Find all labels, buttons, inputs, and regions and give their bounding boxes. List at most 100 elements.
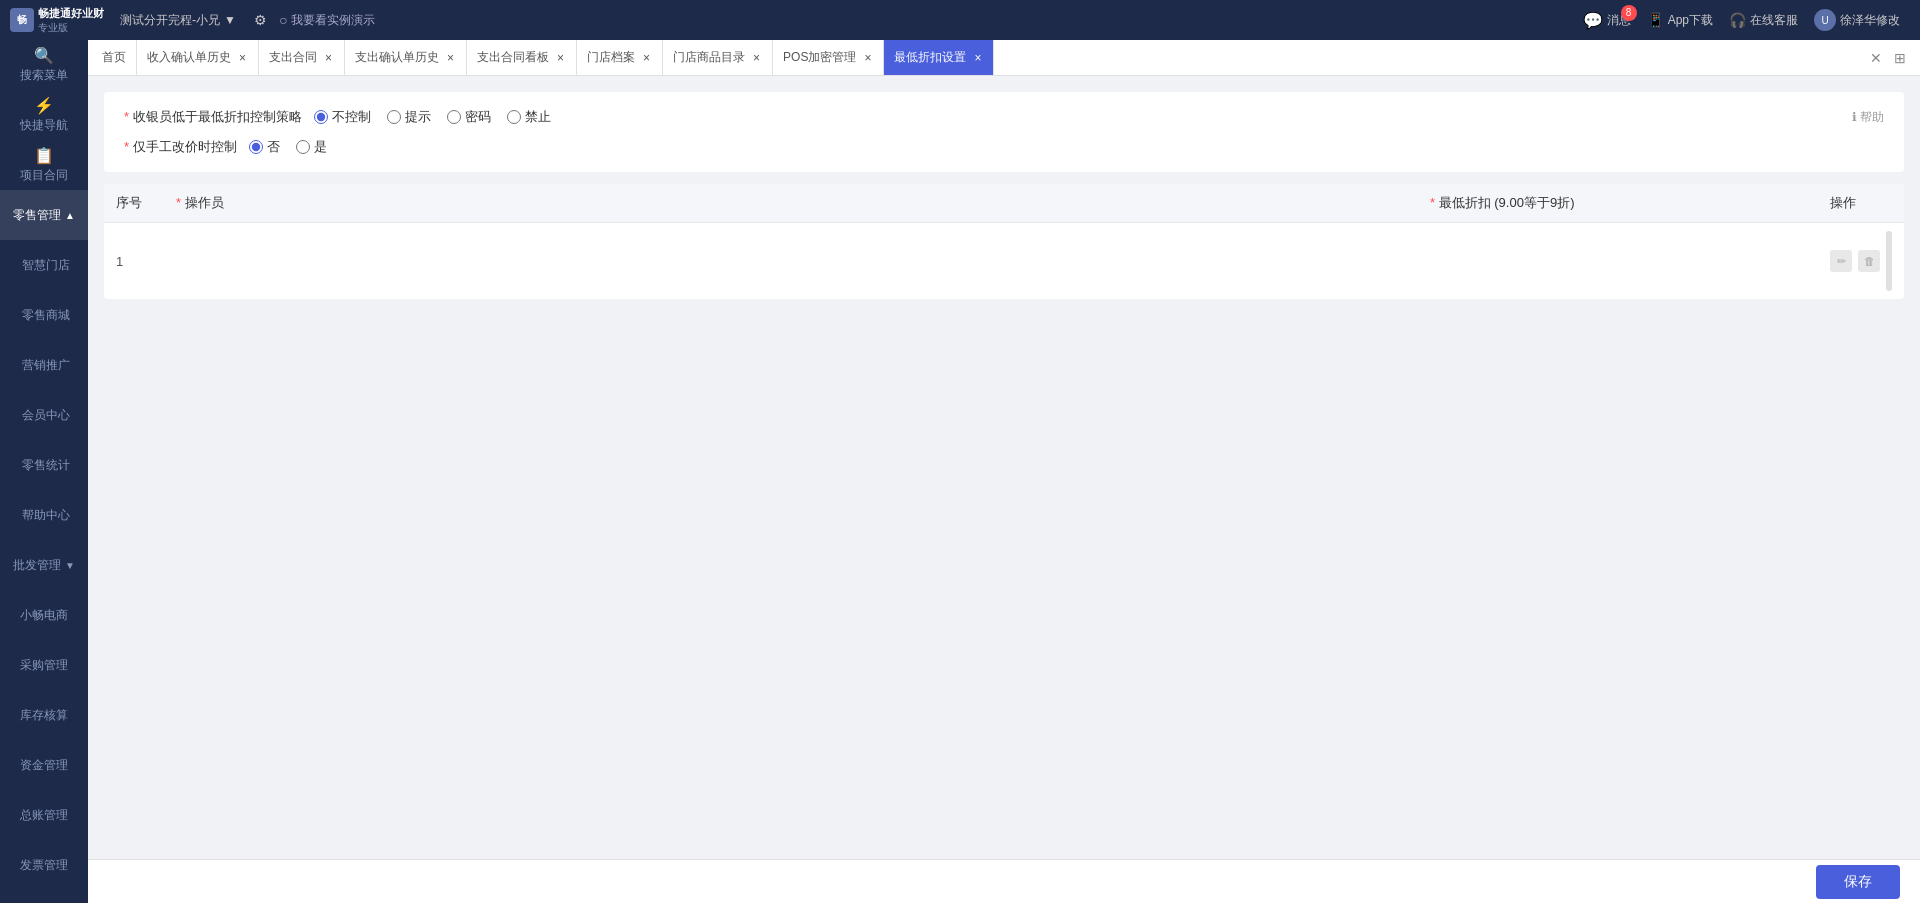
sidebar-item-marketing[interactable]: 营销推广: [0, 340, 88, 390]
sidebar-label-member: 会员中心: [22, 407, 70, 424]
delete-icon[interactable]: 🗑: [1858, 250, 1880, 272]
app-download-btn[interactable]: 📱 App下载: [1647, 12, 1713, 29]
sidebar-item-purchase[interactable]: 采购管理: [0, 640, 88, 690]
help-link[interactable]: ℹ 帮助: [1852, 109, 1884, 126]
top-bar: 畅 畅捷通好业财 专业版 测试分开完程-小兄 ▼ ⚙ ○ 我要看实例演示 💬 消…: [0, 0, 1920, 40]
tab-contract-close[interactable]: ×: [323, 51, 334, 65]
radio-manual-yes[interactable]: 是: [296, 138, 327, 156]
tab-home[interactable]: 首页: [92, 40, 137, 76]
app-label: App下载: [1668, 12, 1713, 29]
sidebar-label-marketing: 营销推广: [22, 357, 70, 374]
tab-contract-board[interactable]: 支出合同看板 ×: [467, 40, 577, 76]
topbar-right: 💬 消息 8 📱 App下载 🎧 在线客服 U 徐泽华修改: [1583, 9, 1910, 31]
demo-label: 我要看实例演示: [291, 12, 375, 29]
sidebar-item-project[interactable]: 📋 项目合同: [0, 140, 88, 190]
radio-password-label: 密码: [465, 108, 491, 126]
message-btn[interactable]: 💬 消息 8: [1583, 11, 1631, 30]
tab-payment-history-close[interactable]: ×: [445, 51, 456, 65]
sidebar-item-retail-stat[interactable]: 零售统计: [0, 440, 88, 490]
logo-icon: 畅: [10, 8, 34, 32]
sidebar-label-help: 帮助中心: [22, 507, 70, 524]
sidebar-item-help[interactable]: 帮助中心: [0, 490, 88, 540]
tab-discount-setting[interactable]: 最低折扣设置 ×: [884, 40, 994, 76]
radio-manual-no[interactable]: 否: [249, 138, 280, 156]
radio-ban[interactable]: 禁止: [507, 108, 551, 126]
cell-seq: 1: [104, 223, 164, 300]
sidebar-item-member[interactable]: 会员中心: [0, 390, 88, 440]
cell-operator: [164, 223, 1418, 300]
seq-value: 1: [116, 254, 123, 269]
discount-policy-radio-group: 不控制 提示 密码 禁止: [314, 108, 551, 126]
tab-discount-setting-close[interactable]: ×: [972, 51, 983, 65]
sidebar-label-inventory: 库存核算: [20, 707, 68, 724]
sidebar-item-retail[interactable]: 零售管理 ▲: [0, 190, 88, 240]
radio-remind-input[interactable]: [387, 110, 401, 124]
sidebar-item-smart-store[interactable]: 智慧门店: [0, 240, 88, 290]
edit-icon[interactable]: ✏: [1830, 250, 1852, 272]
th-discount-label: 最低折扣 (9.00等于9折): [1430, 195, 1574, 210]
radio-remind[interactable]: 提示: [387, 108, 431, 126]
sidebar-item-ecommerce[interactable]: 小畅电商: [0, 590, 88, 640]
tab-store-goods-close[interactable]: ×: [751, 51, 762, 65]
project-selector[interactable]: 测试分开完程-小兄 ▼: [114, 10, 242, 31]
th-action: 操作: [1818, 184, 1904, 223]
sidebar-item-search[interactable]: 🔍 搜索菜单: [0, 40, 88, 90]
tab-store-goods[interactable]: 门店商品目录 ×: [663, 40, 773, 76]
save-button[interactable]: 保存: [1816, 865, 1900, 899]
sidebar-item-quick[interactable]: ⚡ 快捷导航: [0, 90, 88, 140]
tab-income[interactable]: 收入确认单历史 ×: [137, 40, 259, 76]
tab-contract-board-label: 支出合同看板: [477, 49, 549, 66]
tab-pos-mgr-close[interactable]: ×: [862, 51, 873, 65]
th-action-label: 操作: [1830, 195, 1856, 210]
sidebar-label-wholesale: 批发管理: [13, 557, 61, 574]
radio-manual-yes-input[interactable]: [296, 140, 310, 154]
tab-store-file-label: 门店档案: [587, 49, 635, 66]
cell-action: ✏ 🗑: [1818, 223, 1904, 300]
tab-payment-history[interactable]: 支出确认单历史 ×: [345, 40, 467, 76]
sidebar-item-tax[interactable]: 税务管理: [0, 890, 88, 903]
manual-price-radio-group: 否 是: [249, 138, 327, 156]
page-content: 收银员低于最低折扣控制策略 不控制 提示 密码: [88, 76, 1920, 859]
user-avatar: U: [1814, 9, 1836, 31]
message-icon: 💬: [1583, 11, 1603, 30]
radio-no-control[interactable]: 不控制: [314, 108, 371, 126]
th-operator: 操作员: [164, 184, 1418, 223]
message-badge: 8: [1621, 5, 1637, 21]
table-row: 1 ✏ 🗑: [104, 223, 1904, 300]
sidebar-label-smart-store: 智慧门店: [22, 257, 70, 274]
sidebar-item-capital[interactable]: 资金管理: [0, 740, 88, 790]
sidebar-item-online-store[interactable]: 零售商城: [0, 290, 88, 340]
sidebar-label-invoice: 发票管理: [20, 857, 68, 874]
sidebar-item-wholesale[interactable]: 批发管理 ▼: [0, 540, 88, 590]
app-logo: 畅 畅捷通好业财 专业版: [10, 6, 104, 33]
tab-expand-btn[interactable]: ⊞: [1890, 48, 1910, 68]
customer-service-btn[interactable]: 🎧 在线客服: [1729, 12, 1798, 29]
demo-link[interactable]: ○ 我要看实例演示: [279, 12, 375, 29]
retail-arrow-icon: ▲: [65, 210, 75, 221]
sidebar-item-inventory[interactable]: 库存核算: [0, 690, 88, 740]
discount-policy-row: 收银员低于最低折扣控制策略 不控制 提示 密码: [124, 108, 1884, 126]
user-btn[interactable]: U 徐泽华修改: [1814, 9, 1900, 31]
sidebar-item-invoice[interactable]: 发票管理: [0, 840, 88, 890]
tab-discount-setting-label: 最低折扣设置: [894, 49, 966, 66]
sidebar: 🔍 搜索菜单 ⚡ 快捷导航 📋 项目合同 零售管理 ▲ 智慧门店 零售商城 营销…: [0, 40, 88, 903]
tab-contract-board-close[interactable]: ×: [555, 51, 566, 65]
tab-store-file-close[interactable]: ×: [641, 51, 652, 65]
app-name: 畅捷通好业财: [38, 6, 104, 20]
app-edition: 专业版: [38, 21, 104, 34]
radio-no-control-input[interactable]: [314, 110, 328, 124]
project-name: 测试分开完程-小兄: [120, 12, 220, 29]
tab-pos-mgr[interactable]: POS加密管理 ×: [773, 40, 884, 76]
settings-icon[interactable]: ⚙: [250, 8, 271, 32]
project-icon: 📋: [34, 146, 54, 165]
tab-contract[interactable]: 支出合同 ×: [259, 40, 345, 76]
tab-store-file[interactable]: 门店档案 ×: [577, 40, 663, 76]
radio-ban-input[interactable]: [507, 110, 521, 124]
action-icons: ✏ 🗑: [1830, 231, 1892, 291]
tab-close-all-btn[interactable]: ✕: [1866, 48, 1886, 68]
radio-password[interactable]: 密码: [447, 108, 491, 126]
tab-income-close[interactable]: ×: [237, 51, 248, 65]
sidebar-item-ledger[interactable]: 总账管理: [0, 790, 88, 840]
radio-password-input[interactable]: [447, 110, 461, 124]
radio-manual-no-input[interactable]: [249, 140, 263, 154]
